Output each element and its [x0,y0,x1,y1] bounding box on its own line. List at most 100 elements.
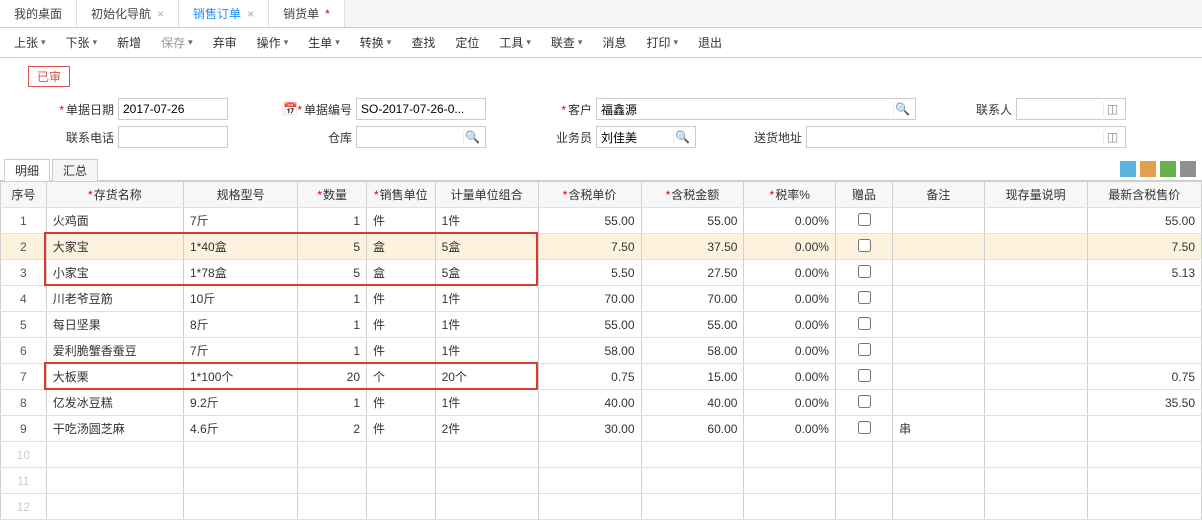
tool-打印[interactable]: 打印▾ [638,32,686,53]
table-row[interactable]: 4川老爷豆筋10斤1件1件70.0070.000.00% [1,286,1202,312]
doc-tab-0[interactable]: 我的桌面 [0,0,77,27]
sales-input[interactable] [597,127,673,147]
contact-icon[interactable]: ◫ [1103,102,1121,116]
tab-detail[interactable]: 明细 [4,159,50,181]
bill-date-label: *单据日期 [30,101,118,118]
col-newprice[interactable]: 最新含税售价 [1087,182,1201,208]
customer-input[interactable] [597,99,893,119]
detail-tabs: 明细 汇总 [0,157,1202,181]
col-qty[interactable]: 数量 [298,182,367,208]
doc-tab-3[interactable]: 销货单* [269,0,345,27]
doc-tab-2[interactable]: 销售订单× [179,0,269,27]
toolbar: 上张▾下张▾新增保存▾弃审操作▾生单▾转换▾查找定位工具▾联查▾消息打印▾退出 [0,28,1202,58]
document-tabs: 我的桌面初始化导航×销售订单×销货单* [0,0,1202,28]
bill-date-input[interactable] [119,99,282,119]
col-amt[interactable]: 含税金额 [641,182,744,208]
col-seq[interactable]: 序号 [1,182,47,208]
form-area: *单据日期 📅 *单据编号 *客户 🔍 联系人 ◫ [0,93,1202,157]
search-icon[interactable]: 🔍 [673,130,691,144]
col-unit[interactable]: 销售单位 [367,182,436,208]
tool-操作[interactable]: 操作▾ [249,32,297,53]
gift-checkbox[interactable] [858,343,871,356]
phone-input[interactable] [119,127,223,147]
col-rate[interactable]: 税率% [744,182,836,208]
table-row-empty[interactable]: 11 [1,468,1202,494]
tab-summary[interactable]: 汇总 [52,159,98,181]
table-row-empty[interactable]: 10 [1,442,1202,468]
close-icon[interactable]: × [157,7,164,21]
table-row[interactable]: 2大家宝1*40盒5盒5盒7.5037.500.00%7.50 [1,234,1202,260]
table-row[interactable]: 5每日坚果8斤1件1件55.0055.000.00% [1,312,1202,338]
table-row[interactable]: 6爱利脆蟹香蚕豆7斤1件1件58.0058.000.00% [1,338,1202,364]
close-icon[interactable]: * [325,7,330,21]
tool-下张[interactable]: 下张▾ [58,32,106,53]
gift-checkbox[interactable] [858,265,871,278]
tool-上张[interactable]: 上张▾ [6,32,54,53]
col-spec[interactable]: 规格型号 [184,182,298,208]
chevron-down-icon: ▾ [578,37,583,48]
status-badge: 已审 [28,66,70,87]
contact-input[interactable] [1017,99,1103,119]
gift-checkbox[interactable] [858,395,871,408]
table-row-empty[interactable]: 12 [1,494,1202,520]
gift-checkbox[interactable] [858,291,871,304]
status-area: 已审 [28,66,1202,87]
col-stock[interactable]: 现存量说明 [984,182,1087,208]
search-icon[interactable]: 🔍 [893,102,911,116]
shipaddr-label: 送货地址 [746,129,806,146]
tool-查找[interactable]: 查找 [403,32,443,53]
warehouse-input[interactable] [357,127,463,147]
chevron-down-icon: ▾ [188,37,193,48]
gift-checkbox[interactable] [858,213,871,226]
grid-wrapper: 序号存货名称规格型号数量销售单位计量单位组合含税单价含税金额税率%赠品备注现存量… [0,181,1202,520]
gift-checkbox[interactable] [858,317,871,330]
tool-转换[interactable]: 转换▾ [352,32,400,53]
col-unitgrp[interactable]: 计量单位组合 [435,182,538,208]
copy-icon[interactable] [1120,161,1136,177]
gift-checkbox[interactable] [858,239,871,252]
table-row[interactable]: 7大板栗1*100个20个20个0.7515.000.00%0.75 [1,364,1202,390]
col-gift[interactable]: 赠品 [835,182,892,208]
chevron-down-icon: ▾ [93,37,98,48]
col-name[interactable]: 存货名称 [46,182,183,208]
bill-no-label: *单据编号 [268,101,356,118]
search-icon[interactable]: 🔍 [463,130,481,144]
tool-保存[interactable]: 保存▾ [153,32,201,53]
tool-新增[interactable]: 新增 [109,32,149,53]
col-price[interactable]: 含税单价 [538,182,641,208]
chevron-down-icon: ▾ [526,37,531,48]
tool-工具[interactable]: 工具▾ [491,32,539,53]
sales-label: 业务员 [546,129,596,146]
chevron-down-icon: ▾ [41,37,46,48]
paste-icon[interactable] [1140,161,1156,177]
contact-icon[interactable]: ◫ [1103,130,1121,144]
customer-label: *客户 [546,101,596,118]
close-icon[interactable]: × [247,7,254,21]
warehouse-label: 仓库 [268,129,356,146]
table-row[interactable]: 9干吃汤圆芝麻4.6斤2件2件30.0060.000.00%串 [1,416,1202,442]
shipaddr-input[interactable] [807,127,1103,147]
tool-消息[interactable]: 消息 [594,32,634,53]
detail-grid: 序号存货名称规格型号数量销售单位计量单位组合含税单价含税金额税率%赠品备注现存量… [0,181,1202,520]
tool-联查[interactable]: 联查▾ [543,32,591,53]
chevron-down-icon: ▾ [284,37,289,48]
tool-弃审[interactable]: 弃审 [205,32,245,53]
col-note[interactable]: 备注 [893,182,985,208]
table-row[interactable]: 8亿发冰豆糕9.2斤1件1件40.0040.000.00%35.50 [1,390,1202,416]
chevron-down-icon: ▾ [387,37,392,48]
chevron-down-icon: ▾ [335,37,340,48]
export-icon[interactable] [1160,161,1176,177]
tool-icon[interactable] [1180,161,1196,177]
gift-checkbox[interactable] [858,421,871,434]
tool-退出[interactable]: 退出 [690,32,730,53]
chevron-down-icon: ▾ [673,37,678,48]
bill-no-input[interactable] [357,99,481,119]
phone-label: 联系电话 [30,129,118,146]
doc-tab-1[interactable]: 初始化导航× [77,0,179,27]
tool-生单[interactable]: 生单▾ [300,32,348,53]
gift-checkbox[interactable] [858,369,871,382]
table-row[interactable]: 1火鸡面7斤1件1件55.0055.000.00%55.00 [1,208,1202,234]
tool-定位[interactable]: 定位 [447,32,487,53]
grid-action-icons [1120,161,1202,177]
table-row[interactable]: 3小家宝1*78盒5盒5盒5.5027.500.00%5.13 [1,260,1202,286]
